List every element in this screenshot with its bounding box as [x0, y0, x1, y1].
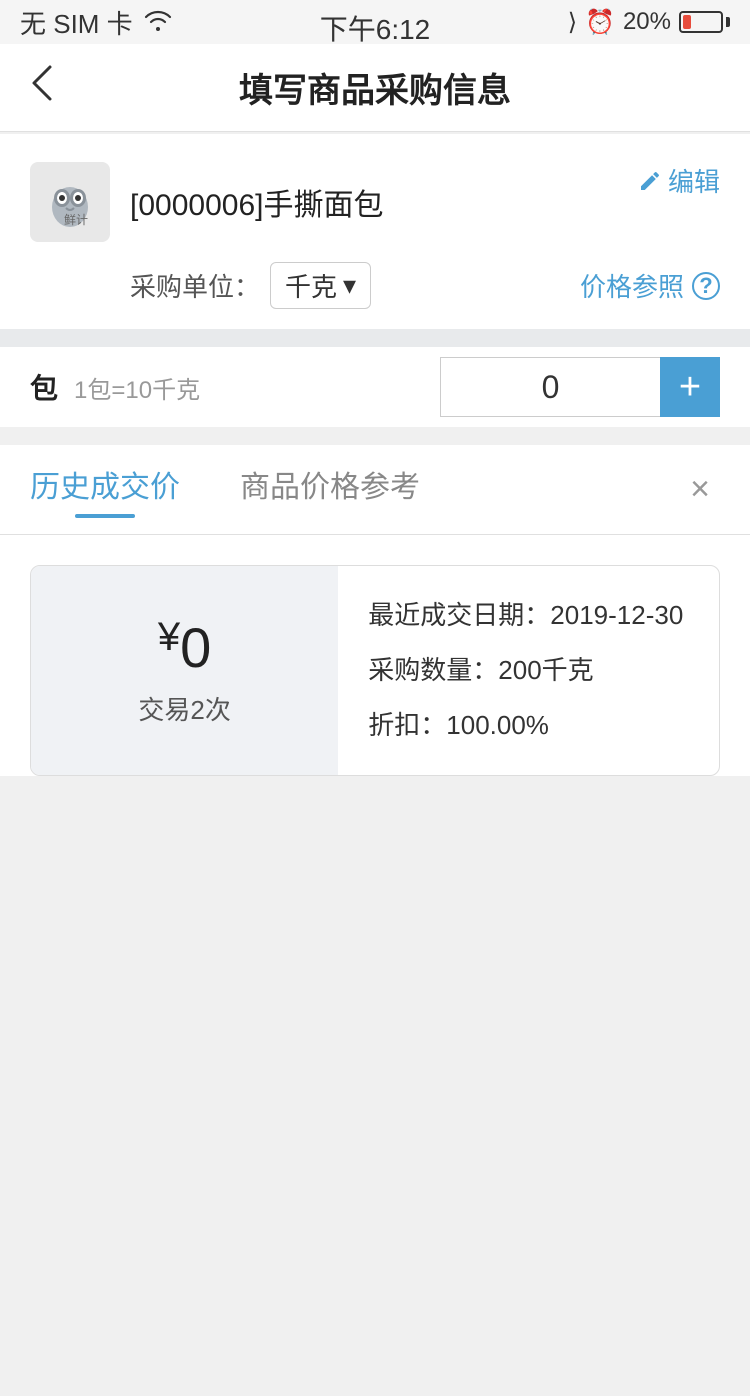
quantity-control: + — [440, 357, 720, 417]
product-section: 鲜计 [0000006]手撕面包 编辑 采购单位： 千克 ▾ 价格参照 ? — [0, 134, 750, 329]
svg-text:鲜计: 鲜计 — [64, 213, 88, 227]
quantity-hint: 1包=10千克 — [74, 370, 200, 405]
product-name: [0000006]手撕面包 — [130, 180, 383, 224]
quantity-unit-badge: 包 — [30, 367, 58, 407]
price-transactions: 交易2次 — [138, 690, 230, 727]
edit-button[interactable]: 编辑 — [638, 162, 720, 199]
product-left: 鲜计 [0000006]手撕面包 — [30, 162, 383, 242]
battery-pct: 20% — [623, 8, 671, 36]
back-button[interactable] — [20, 53, 64, 122]
price-card-right: 最近成交日期：2019-12-30 采购数量：200千克 折扣：100.00% — [338, 566, 719, 775]
section-divider — [0, 329, 750, 347]
tab-product-price-ref[interactable]: 商品价格参考 — [240, 462, 420, 518]
product-header: 鲜计 [0000006]手撕面包 编辑 — [30, 162, 720, 242]
empty-space — [0, 796, 750, 1396]
tab-history-price[interactable]: 历史成交价 — [30, 462, 180, 518]
price-card-left: ¥ 0 交易2次 — [31, 566, 338, 775]
quantity-label: 包 1包=10千克 — [30, 367, 200, 407]
status-right: ⟩ ⏰ 20% — [568, 8, 730, 37]
wifi-icon — [143, 7, 173, 38]
status-left: 无 SIM 卡 — [20, 4, 173, 41]
product-meta: 采购单位： 千克 ▾ 价格参照 ? — [30, 262, 720, 309]
edit-icon — [638, 169, 662, 193]
alarm-icon: ⏰ — [585, 8, 615, 37]
edit-label: 编辑 — [668, 162, 720, 199]
tabs-header: 历史成交价 商品价格参考 × — [0, 445, 750, 535]
tabs-area: 历史成交价 商品价格参考 × ¥ 0 交易2次 最近成交日期：2019-12-3… — [0, 445, 750, 776]
price-card: ¥ 0 交易2次 最近成交日期：2019-12-30 采购数量：200千克 折扣… — [30, 565, 720, 776]
product-image-icon: 鲜计 — [40, 172, 100, 232]
page-title: 填写商品采购信息 — [239, 63, 511, 112]
battery-icon — [679, 11, 730, 33]
quantity-plus-button[interactable]: + — [660, 357, 720, 417]
status-bar: 无 SIM 卡 下午6:12 ⟩ ⏰ 20% — [0, 0, 750, 44]
price-currency-symbol: ¥ — [158, 615, 180, 660]
unit-value: 千克 — [285, 267, 337, 304]
status-time: 下午6:12 — [320, 8, 431, 48]
tabs-close-button[interactable]: × — [680, 460, 720, 519]
price-detail-quantity: 采购数量：200千克 — [368, 651, 689, 690]
product-thumbnail: 鲜计 — [30, 162, 110, 242]
location-icon: ⟩ — [568, 8, 577, 37]
unit-select[interactable]: 千克 ▾ — [270, 262, 371, 309]
quantity-input[interactable] — [440, 357, 660, 417]
price-detail-date: 最近成交日期：2019-12-30 — [368, 596, 689, 635]
price-reference-button[interactable]: 价格参照 ? — [580, 267, 720, 304]
carrier-text: 无 SIM 卡 — [20, 4, 133, 41]
tabs-list: 历史成交价 商品价格参考 — [30, 462, 420, 518]
price-detail-discount: 折扣：100.00% — [368, 706, 689, 745]
price-amount: 0 — [180, 615, 211, 680]
unit-label: 采购单位： — [130, 267, 260, 304]
help-icon: ? — [692, 272, 720, 300]
quantity-row: 包 1包=10千克 + — [0, 347, 750, 427]
nav-bar: 填写商品采购信息 — [0, 44, 750, 132]
dropdown-arrow-icon: ▾ — [343, 270, 356, 301]
price-ref-label: 价格参照 — [580, 267, 684, 304]
